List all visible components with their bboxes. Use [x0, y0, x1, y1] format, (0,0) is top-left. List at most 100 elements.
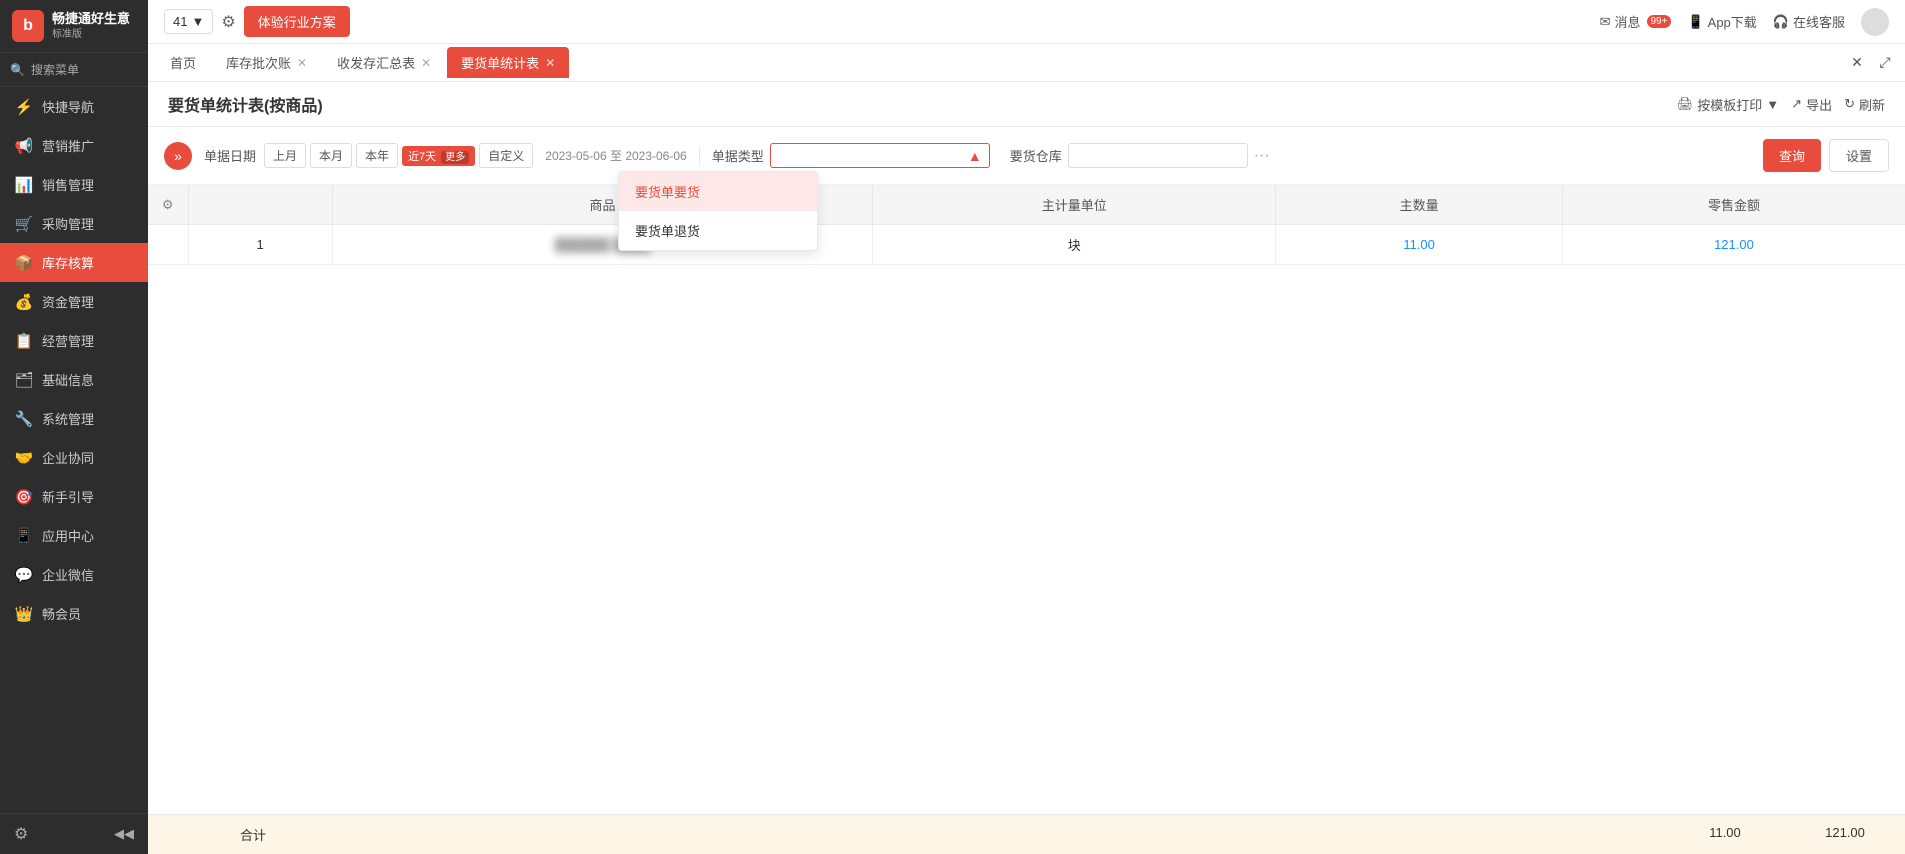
date-btn-custom[interactable]: 自定义: [479, 143, 533, 168]
tab-order-summary[interactable]: 要货单统计表 ✕: [447, 47, 569, 78]
sidebar-item-operation[interactable]: 📋 经营管理: [0, 321, 148, 360]
cell-unit: 块: [873, 225, 1276, 265]
topbar-left: 41 ▼ ⚙ 体验行业方案: [164, 6, 1588, 37]
message-button[interactable]: ✉ 消息 99+: [1600, 12, 1672, 31]
page-header: 要货单统计表(按商品) 🖨 按模板打印 ▼ ↗ 导出 ↻ 刷新: [148, 82, 1905, 127]
finance-icon: 💰: [14, 293, 34, 311]
purchase-icon: 🛒: [14, 215, 34, 233]
dropdown-item-order-return[interactable]: 要货单退货: [619, 211, 817, 250]
sidebar-item-guide[interactable]: 🎯 新手引导: [0, 477, 148, 516]
filter-divider-1: [699, 146, 700, 166]
store-selector[interactable]: 41 ▼: [164, 9, 213, 34]
message-icon: ✉: [1600, 14, 1611, 30]
print-button[interactable]: 🖨 按模板打印 ▼: [1677, 95, 1779, 114]
sidebar-footer: ⚙ ◀◀: [0, 813, 148, 854]
sidebar-item-system[interactable]: 🔧 系统管理: [0, 399, 148, 438]
sidebar-item-finance[interactable]: 💰 资金管理: [0, 282, 148, 321]
quick-nav-icon: ⚡: [14, 98, 34, 116]
marketing-icon: 📢: [14, 137, 34, 155]
sidebar-item-marketing[interactable]: 📢 营销推广: [0, 126, 148, 165]
refresh-icon: ↻: [1844, 96, 1855, 112]
tab-inventory-batch-close[interactable]: ✕: [297, 56, 307, 70]
filter-settings-button[interactable]: 设置: [1829, 139, 1889, 172]
footer-quantity: 11.00: [1709, 825, 1741, 840]
trial-button[interactable]: 体验行业方案: [244, 6, 350, 37]
doc-type-label: 单据类型: [712, 146, 764, 165]
data-table: ⚙ 商品 主计量单位 主数量 零售金额: [148, 185, 1905, 265]
export-button[interactable]: ↗ 导出: [1791, 95, 1832, 114]
date-btn-last-month[interactable]: 上月: [264, 143, 306, 168]
sidebar-item-base-info[interactable]: 🗂 基础信息: [0, 360, 148, 399]
col-settings[interactable]: ⚙: [148, 185, 188, 225]
footer-amount: 121.00: [1825, 825, 1865, 840]
store-dropdown-icon: ▼: [191, 14, 204, 29]
col-unit: 主计量单位: [873, 185, 1276, 225]
sidebar-search[interactable]: 🔍 搜索菜单: [0, 53, 148, 87]
date-btn-this-month[interactable]: 本月: [310, 143, 352, 168]
search-icon: 🔍: [10, 63, 25, 77]
doc-type-arrow-icon[interactable]: ▲: [968, 148, 982, 164]
date-btn-last-7-days[interactable]: 近7天 更多: [402, 146, 475, 166]
doc-type-filter-group: 单据类型 ▲: [712, 143, 990, 168]
filter-expand-button[interactable]: »: [164, 142, 192, 170]
cell-amount: 121.00: [1562, 225, 1905, 265]
footer-label: 合计: [240, 828, 266, 843]
app-logo-icon: b: [12, 10, 44, 42]
sidebar-item-quick-nav[interactable]: ⚡ 快捷导航: [0, 87, 148, 126]
inventory-icon: 📦: [14, 254, 34, 272]
more-badge: 更多: [441, 151, 469, 164]
cell-quantity: 11.00: [1276, 225, 1563, 265]
sidebar-collapse-icon[interactable]: ◀◀: [114, 826, 134, 842]
dropdown-item-order-goods[interactable]: 要货单要货: [619, 172, 817, 211]
export-icon: ↗: [1791, 96, 1802, 112]
col-quantity: 主数量: [1276, 185, 1563, 225]
warehouse-filter-group: 要货仓库 ···: [1010, 143, 1270, 168]
date-filter-group: 单据日期 上月 本月 本年 近7天 更多 自定义 2023-05-06 至 20…: [204, 143, 687, 168]
app-center-icon: 📱: [14, 527, 34, 545]
system-icon: 🔧: [14, 410, 34, 428]
app-download-button[interactable]: 📱 App下载: [1687, 12, 1756, 31]
sidebar-item-enterprise[interactable]: 🤝 企业协同: [0, 438, 148, 477]
table-footer: 合计 11.00 121.00: [148, 814, 1905, 854]
date-btn-this-year[interactable]: 本年: [356, 143, 398, 168]
filter-area: » 单据日期 上月 本月 本年 近7天 更多 自定义 2023-05-06 至 …: [148, 127, 1905, 185]
tabs-bar: 首页 库存批次账 ✕ 收发存汇总表 ✕ 要货单统计表 ✕ ✕ ⤢: [148, 44, 1905, 82]
wechat-icon: 💬: [14, 566, 34, 584]
page-content: 要货单统计表(按商品) 🖨 按模板打印 ▼ ↗ 导出 ↻ 刷新: [148, 82, 1905, 854]
tab-expand-button[interactable]: ⤢: [1873, 51, 1897, 75]
table-settings-icon[interactable]: ⚙: [162, 197, 174, 212]
online-service-button[interactable]: 🎧 在线客服: [1773, 12, 1845, 31]
sidebar-item-app-center[interactable]: 📱 应用中心: [0, 516, 148, 555]
sidebar-item-members[interactable]: 👑 畅会员: [0, 594, 148, 633]
topbar-right: ✉ 消息 99+ 📱 App下载 🎧 在线客服: [1600, 8, 1889, 36]
doc-type-input[interactable]: [770, 143, 990, 168]
main-area: 41 ▼ ⚙ 体验行业方案 ✉ 消息 99+ 📱 App下载 🎧 在线客服: [148, 0, 1905, 854]
tab-close-all-button[interactable]: ✕: [1845, 51, 1869, 75]
sidebar-item-inventory[interactable]: 📦 库存核算: [0, 243, 148, 282]
sidebar-item-wechat[interactable]: 💬 企业微信: [0, 555, 148, 594]
sidebar-item-sales[interactable]: 📊 销售管理: [0, 165, 148, 204]
sales-icon: 📊: [14, 176, 34, 194]
tab-order-summary-close[interactable]: ✕: [545, 56, 555, 70]
tab-collect-summary[interactable]: 收发存汇总表 ✕: [323, 47, 445, 78]
sidebar-logo: b 畅捷通好生意 标准版: [0, 0, 148, 53]
topbar: 41 ▼ ⚙ 体验行业方案 ✉ 消息 99+ 📱 App下载 🎧 在线客服: [148, 0, 1905, 44]
user-avatar[interactable]: [1861, 8, 1889, 36]
sidebar-nav: ⚡ 快捷导航 📢 营销推广 📊 销售管理 🛒 采购管理 📦 库存核算 💰 资金管…: [0, 87, 148, 813]
tab-collect-summary-close[interactable]: ✕: [421, 56, 431, 70]
page-title: 要货单统计表(按商品): [168, 92, 323, 126]
sidebar-settings-icon[interactable]: ⚙: [14, 824, 28, 844]
warehouse-more-icon[interactable]: ···: [1254, 147, 1270, 165]
col-row-num: [188, 185, 332, 225]
tabs-controls: ✕ ⤢: [1845, 51, 1897, 75]
base-info-icon: 🗂: [14, 371, 34, 389]
warehouse-input[interactable]: [1068, 143, 1248, 168]
tab-inventory-batch[interactable]: 库存批次账 ✕: [212, 47, 321, 78]
topbar-settings-icon[interactable]: ⚙: [221, 12, 235, 32]
sidebar-item-purchase[interactable]: 🛒 采购管理: [0, 204, 148, 243]
query-button[interactable]: 查询: [1763, 139, 1821, 172]
tab-home[interactable]: 首页: [156, 47, 210, 78]
app-download-icon: 📱: [1687, 14, 1703, 30]
doc-type-select-wrapper: ▲: [770, 143, 990, 168]
refresh-button[interactable]: ↻ 刷新: [1844, 95, 1885, 114]
